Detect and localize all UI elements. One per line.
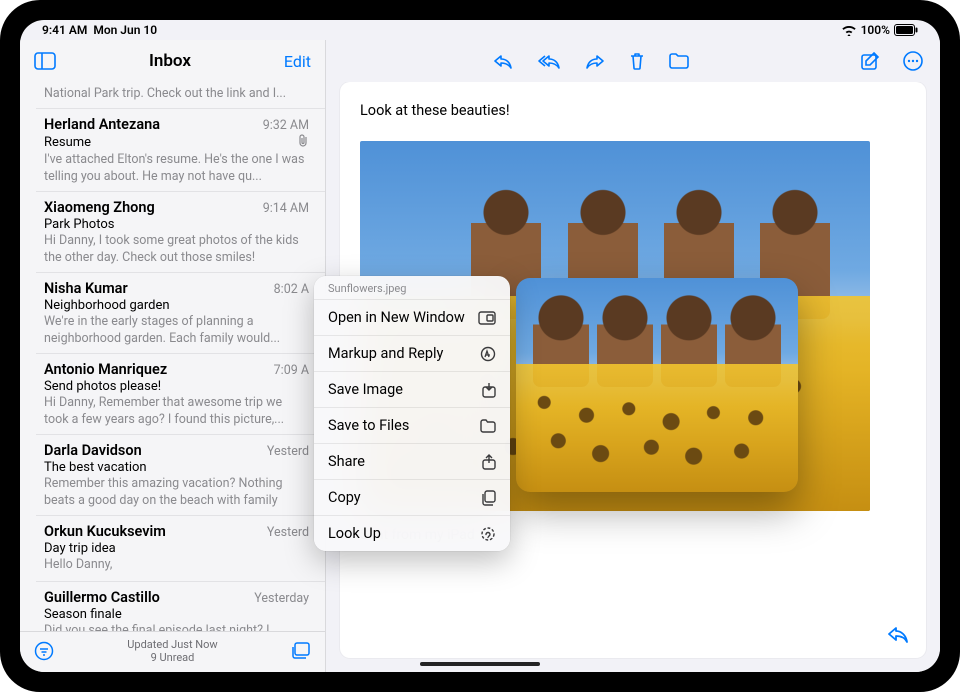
message-time: Yesterd <box>267 444 309 459</box>
message-time: 7:09 A <box>274 363 309 378</box>
message-sender: Guillermo Castillo <box>44 589 160 606</box>
message-sender: Orkun Kucuksevim <box>44 523 166 540</box>
message-sender: Antonio Manriquez <box>44 361 167 378</box>
ipad-device-frame: 9:41 AM Mon Jun 10 100% <box>0 0 960 692</box>
message-preview: Hi Danny, I took some great photos of th… <box>44 233 309 265</box>
lookup-icon <box>480 526 496 542</box>
sidebar-toolbar: Inbox Edit <box>20 40 325 82</box>
new-window-icon <box>478 311 496 325</box>
context-item-label: Share <box>328 453 365 470</box>
battery-icon <box>894 24 918 36</box>
message-subject: Send photos please! <box>44 379 161 394</box>
context-menu-title: Sunflowers.jpeg <box>314 276 510 299</box>
status-bar: 9:41 AM Mon Jun 10 100% <box>20 20 940 40</box>
context-item-label: Look Up <box>328 525 381 542</box>
message-list[interactable]: National Park trip. Check out the link a… <box>20 82 325 631</box>
footer-unread: 9 Unread <box>54 651 291 664</box>
message-preview: We're in the early stages of planning a … <box>44 314 309 346</box>
share-icon <box>482 454 496 470</box>
message-time: 8:02 A <box>274 282 309 297</box>
message-subject: Park Photos <box>44 217 114 232</box>
message-subject: Resume <box>44 135 91 150</box>
message-preview: Did you see the final episode last night… <box>44 623 309 631</box>
message-item[interactable]: Darla Davidson Yesterd The best vacation… <box>36 434 325 515</box>
more-icon[interactable] <box>902 50 924 72</box>
message-sender: Darla Davidson <box>44 442 142 459</box>
message-subject: The best vacation <box>44 460 147 475</box>
reply-all-icon[interactable] <box>536 51 562 71</box>
message-subject: Day trip idea <box>44 541 116 556</box>
move-folder-icon[interactable] <box>668 51 690 71</box>
message-item[interactable]: Orkun Kucuksevim Yesterd Day trip idea H… <box>36 515 325 580</box>
battery-percent: 100% <box>861 23 890 37</box>
toggle-sidebar-icon[interactable] <box>34 52 56 70</box>
forward-icon[interactable] <box>584 51 606 71</box>
message-sender: Nisha Kumar <box>44 280 128 297</box>
message-preview: Remember this amazing vacation? Nothing … <box>44 476 309 508</box>
folder-icon <box>480 419 496 433</box>
context-menu-item[interactable]: Copy <box>314 479 510 515</box>
context-item-label: Copy <box>328 489 361 506</box>
wifi-icon <box>841 24 857 36</box>
attachment-preview-thumb[interactable] <box>516 278 798 492</box>
context-item-label: Markup and Reply <box>328 345 443 362</box>
message-item[interactable]: Nisha Kumar 8:02 A Neighborhood garden W… <box>36 272 325 353</box>
copy-icon <box>481 490 496 506</box>
context-menu-item[interactable]: Share <box>314 443 510 479</box>
status-time: 9:41 AM <box>42 23 87 37</box>
screen: 9:41 AM Mon Jun 10 100% <box>20 20 940 672</box>
sidebar-footer: Updated Just Now 9 Unread <box>20 631 325 672</box>
message-subject: Neighborhood garden <box>44 298 170 313</box>
attachment-icon <box>298 134 309 151</box>
context-item-label: Save Image <box>328 381 403 398</box>
context-menu-item[interactable]: Save to Files <box>314 407 510 443</box>
context-item-label: Save to Files <box>328 417 409 434</box>
context-menu-item[interactable]: Open in New Window <box>314 299 510 335</box>
message-time: 9:14 AM <box>263 201 309 216</box>
mail-body-text: Look at these beauties! <box>360 102 906 119</box>
message-time: Yesterday <box>254 591 309 606</box>
message-preview: Hi Danny, Remember that awesome trip we … <box>44 395 309 427</box>
context-menu-item[interactable]: Look Up <box>314 515 510 551</box>
message-time: Yesterd <box>267 525 309 540</box>
message-subject: Season finale <box>44 607 122 622</box>
context-menu-item[interactable]: Save Image <box>314 371 510 407</box>
message-item[interactable]: Guillermo Castillo Yesterday Season fina… <box>36 581 325 631</box>
footer-updated: Updated Just Now <box>54 638 291 651</box>
message-sender: Xiaomeng Zhong <box>44 199 155 216</box>
mailbox-sidebar: Inbox Edit National Park trip. Check out… <box>20 40 326 672</box>
context-menu-item[interactable]: Markup and Reply <box>314 335 510 371</box>
save-image-icon <box>482 382 496 398</box>
filter-icon[interactable] <box>34 641 54 661</box>
attachment-context-menu: Sunflowers.jpeg Open in New Window Markup… <box>314 276 510 551</box>
message-time: 9:32 AM <box>263 118 309 133</box>
message-item[interactable]: Herland Antezana 9:32 AM Resume I've att… <box>36 108 325 191</box>
message-preview: Hello Danny, <box>44 557 309 573</box>
message-preview: I've attached Elton's resume. He's the o… <box>44 152 309 184</box>
markup-icon <box>480 346 496 362</box>
prev-message-snippet[interactable]: National Park trip. Check out the link a… <box>36 82 325 108</box>
windows-icon[interactable] <box>291 642 311 660</box>
message-item[interactable]: Antonio Manriquez 7:09 A Send photos ple… <box>36 353 325 434</box>
home-indicator[interactable] <box>420 662 540 666</box>
mailbox-title: Inbox <box>66 51 274 71</box>
compose-icon[interactable] <box>860 51 880 71</box>
trash-icon[interactable] <box>628 51 646 71</box>
status-date: Mon Jun 10 <box>93 23 157 37</box>
message-sender: Herland Antezana <box>44 116 160 133</box>
edit-button[interactable]: Edit <box>284 52 311 71</box>
content-toolbar <box>326 40 940 82</box>
quick-reply-icon[interactable] <box>886 624 910 648</box>
context-item-label: Open in New Window <box>328 309 465 326</box>
reply-icon[interactable] <box>492 51 514 71</box>
message-item[interactable]: Xiaomeng Zhong 9:14 AM Park Photos Hi Da… <box>36 191 325 272</box>
